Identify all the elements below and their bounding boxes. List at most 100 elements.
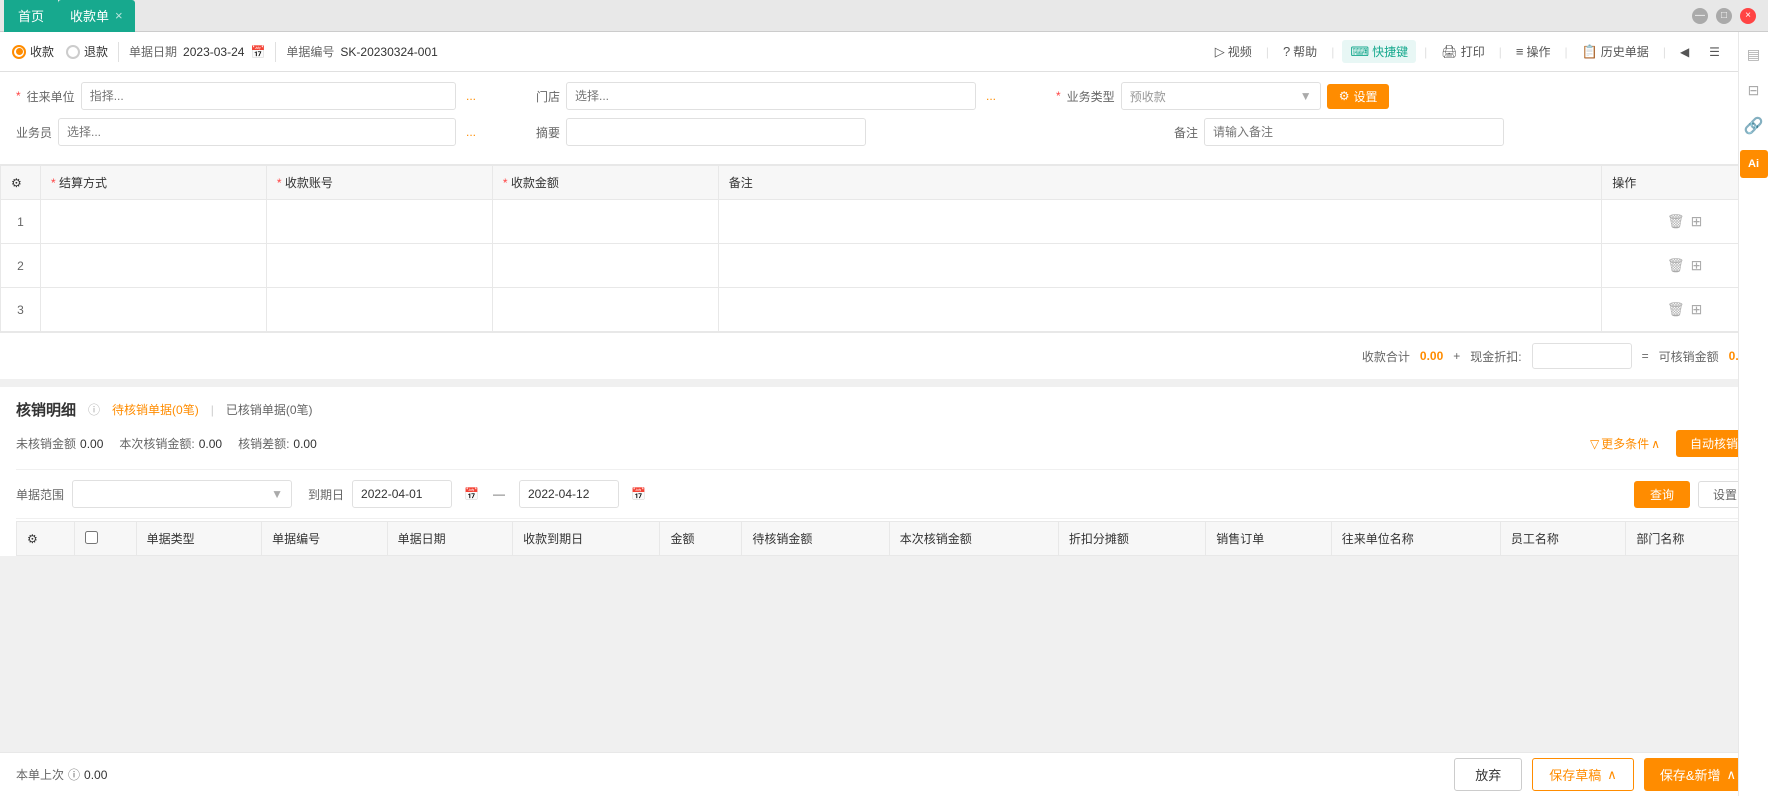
help-btn[interactable]: ? 帮助 [1277,41,1323,62]
store-label: 门店 [536,88,560,105]
date-from-input[interactable] [352,480,452,508]
tab-bar: 首页 收款单 × — □ × [0,0,1768,32]
copy-btn-1[interactable]: ⊞ [1691,213,1703,230]
amount-cell-2[interactable] [492,244,718,288]
select-all-checkbox[interactable] [85,531,98,544]
video-btn[interactable]: ▷ 视频 [1209,41,1258,62]
verify-info-icon[interactable]: ⓘ [88,401,100,418]
nav-prev-btn[interactable]: ◀ [1674,43,1695,61]
verify-completed-tab[interactable]: 已核销单据(0笔) [226,401,313,418]
col-account-header: * 收款账号 [266,166,492,200]
salesperson-ellipsis-btn[interactable]: ... [466,125,476,139]
table-row: 3 🗑 ⊞ [1,288,1768,332]
video-icon: ▷ [1215,44,1225,60]
bottom-col-current: 本次核销金额 [889,522,1058,556]
col-settings-header[interactable]: ⚙ [1,166,41,200]
verify-pending-tab[interactable]: 待核销单据(0笔) [112,401,199,418]
account-cell-2[interactable] [266,244,492,288]
settings-button[interactable]: ⚙ 设置 [1327,84,1390,109]
date-to-input[interactable] [519,480,619,508]
number-field-group: 单据编号 SK-20230324-001 [286,43,437,60]
delete-btn-1[interactable]: 🗑 [1667,213,1685,230]
sidebar-table-icon[interactable]: ▤ [1742,42,1766,66]
save-new-arrow-icon: ∧ [1726,767,1736,783]
store-ellipsis-btn[interactable]: ... [986,89,996,103]
settlement-cell-2[interactable] [41,244,267,288]
tab-home[interactable]: 首页 [4,0,58,32]
sidebar-link-icon[interactable]: 🔗 [1742,114,1766,138]
number-field-value[interactable]: SK-20230324-001 [340,45,437,59]
amount-cell-1[interactable] [492,200,718,244]
account-cell-3[interactable] [266,288,492,332]
shortcut-btn[interactable]: ⌨ 快捷键 [1342,40,1416,63]
due-date-label: 到期日 [308,486,344,503]
remark-input[interactable] [1204,118,1504,146]
counterpart-input[interactable] [81,82,456,110]
calendar-from-icon[interactable]: 📅 [464,487,479,501]
filter-range-select[interactable]: ▼ [72,480,292,508]
settings-btn-label: 设置 [1353,88,1377,105]
filter-range-field: 单据范围 ▼ [16,480,292,508]
print-btn[interactable]: 🖨 打印 [1435,41,1491,62]
close-button[interactable]: × [1740,8,1756,24]
unverified-label: 未核销金额 [16,435,76,452]
bottom-table: ⚙ 单据类型 单据编号 单据日期 收款到期日 金额 [16,521,1752,556]
col-settlement-label: 结算方式 [59,176,107,190]
settlement-cell-3[interactable] [41,288,267,332]
sidebar-ai-icon[interactable]: Ai [1740,150,1768,178]
bill-no-label: 单据编号 [272,532,320,546]
business-type-field: * 业务类型 预收款 ▼ ⚙ 设置 [1056,82,1752,110]
delete-btn-3[interactable]: 🗑 [1667,301,1685,318]
tab-receipt[interactable]: 收款单 × [58,0,135,32]
discount-input[interactable] [1532,343,1632,369]
save-draft-button[interactable]: 保存草稿 ∧ [1532,758,1634,791]
operations-btn[interactable]: ≡ 操作 [1510,41,1557,62]
unverified-stat: 未核销金额 0.00 [16,435,103,452]
discount-label: 现金折扣: [1470,348,1521,365]
verify-stats: 未核销金额 0.00 本次核销金额: 0.00 核销差额: 0.00 ▽ 更多条… [16,430,1752,457]
counterpart-ellipsis-btn[interactable]: ... [466,89,476,103]
maximize-button[interactable]: □ [1716,8,1732,24]
date-field-group: 单据日期 2023-03-24 📅 [129,43,265,60]
more-conditions-btn[interactable]: ▽ 更多条件 ∧ [1590,435,1660,452]
save-new-button[interactable]: 保存&新增 ∧ [1644,758,1752,791]
abandon-button[interactable]: 放弃 [1454,758,1522,791]
footer-info-icon[interactable]: ⓘ [68,766,80,783]
radio-receipt[interactable]: 收款 [12,43,54,60]
minimize-button[interactable]: — [1692,8,1708,24]
remark-cell-1[interactable] [718,200,1602,244]
date-field-value[interactable]: 2023-03-24 [183,45,244,59]
action-btns-1: 🗑 ⊞ [1612,213,1757,230]
business-type-select[interactable]: 预收款 ▼ [1121,82,1321,110]
menu-icon-btn[interactable]: ☰ [1703,43,1726,61]
print-label: 打印 [1461,43,1485,60]
business-type-arrow: ▼ [1300,89,1312,103]
salesperson-input[interactable] [58,118,456,146]
account-cell-1[interactable] [266,200,492,244]
remark-cell-2[interactable] [718,244,1602,288]
bottom-col-checkbox[interactable] [74,522,136,556]
bottom-col-settings[interactable]: ⚙ [17,522,75,556]
amount-cell-3[interactable] [492,288,718,332]
delete-btn-2[interactable]: 🗑 [1667,257,1685,274]
bottom-col-department: 部门名称 [1626,522,1752,556]
history-btn[interactable]: 📋 历史单据 [1576,41,1655,62]
receipt-radio-label: 收款 [30,43,54,60]
radio-refund[interactable]: 退款 [66,43,108,60]
sales-order-col-label: 销售订单 [1216,532,1264,546]
calendar-to-icon[interactable]: 📅 [631,487,646,501]
query-btn[interactable]: 查询 [1634,481,1690,508]
sidebar-list-icon[interactable]: ⊟ [1742,78,1766,102]
table-row: 1 🗑 ⊞ [1,200,1768,244]
tab-close-icon[interactable]: × [115,8,123,23]
date-field-label: 单据日期 [129,43,177,60]
copy-btn-3[interactable]: ⊞ [1691,301,1703,318]
diff-value: 0.00 [293,437,316,451]
calendar-icon[interactable]: 📅 [250,45,265,59]
copy-btn-2[interactable]: ⊞ [1691,257,1703,274]
remark-cell-3[interactable] [718,288,1602,332]
settlement-cell-1[interactable] [41,200,267,244]
store-input[interactable] [566,82,976,110]
chevron-up-icon: ∧ [1651,437,1660,451]
summary-input[interactable] [566,118,866,146]
